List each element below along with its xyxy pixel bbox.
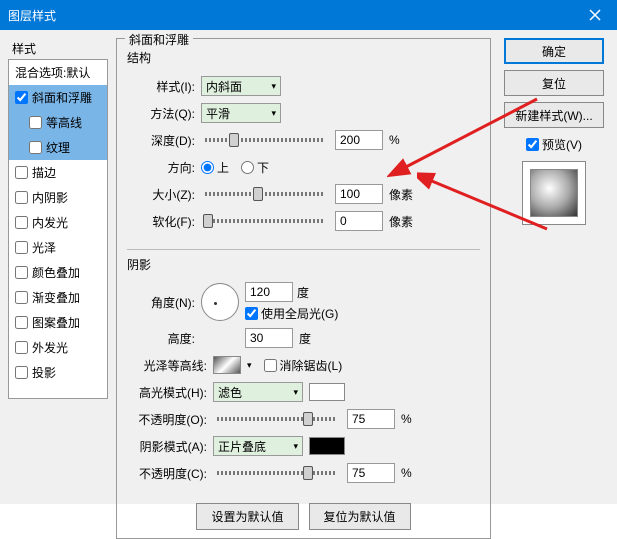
structure-title: 结构 — [127, 49, 480, 70]
depth-slider[interactable] — [205, 138, 325, 142]
set-default-button[interactable]: 设置为默认值 — [196, 503, 298, 530]
direction-up-radio[interactable]: 上 — [201, 159, 229, 176]
shadow-color-swatch[interactable] — [309, 437, 345, 455]
soften-input[interactable] — [335, 211, 383, 231]
style-item[interactable]: 渐变叠加 — [9, 285, 107, 310]
styles-panel: 样式 混合选项:默认 斜面和浮雕等高线纹理描边内阴影内发光光泽颜色叠加渐变叠加图… — [8, 38, 108, 496]
chevron-down-icon: ▾ — [293, 387, 298, 398]
global-light-checkbox[interactable]: 使用全局光(G) — [245, 305, 338, 322]
shading-group: 阴影 角度(N): 度 使用全局光(G) 高度: — [127, 254, 480, 497]
style-item[interactable]: 图案叠加 — [9, 310, 107, 335]
style-item[interactable]: 内发光 — [9, 210, 107, 235]
close-button[interactable] — [572, 0, 617, 30]
chevron-down-icon: ▾ — [271, 108, 276, 119]
shadow-mode-select[interactable]: 正片叠底▾ — [213, 436, 303, 456]
size-slider[interactable] — [205, 192, 325, 196]
bevel-emboss-group: 斜面和浮雕 结构 样式(I): 内斜面▾ 方法(Q): 平滑▾ 深 — [116, 38, 491, 539]
shading-title: 阴影 — [127, 256, 480, 277]
depth-label: 深度(D): — [127, 132, 195, 149]
shadow-opacity-input[interactable] — [347, 463, 395, 483]
style-label: 样式(I): — [127, 78, 195, 95]
size-unit: 像素 — [389, 186, 413, 203]
angle-dial[interactable] — [201, 283, 239, 321]
chevron-down-icon: ▾ — [271, 81, 276, 92]
angle-label: 角度(N): — [127, 294, 195, 311]
style-item[interactable]: 纹理 — [9, 135, 107, 160]
altitude-label: 高度: — [127, 330, 195, 347]
style-item[interactable]: 投影 — [9, 360, 107, 385]
soften-unit: 像素 — [389, 213, 413, 230]
styles-list: 混合选项:默认 斜面和浮雕等高线纹理描边内阴影内发光光泽颜色叠加渐变叠加图案叠加… — [8, 59, 108, 399]
style-item[interactable]: 描边 — [9, 160, 107, 185]
highlight-mode-label: 高光模式(H): — [127, 384, 207, 401]
style-item[interactable]: 颜色叠加 — [9, 260, 107, 285]
angle-input[interactable] — [245, 282, 293, 302]
blend-defaults-row[interactable]: 混合选项:默认 — [9, 60, 107, 85]
technique-select[interactable]: 平滑▾ — [201, 103, 281, 123]
size-label: 大小(Z): — [127, 186, 195, 203]
titlebar: 图层样式 — [0, 0, 617, 30]
highlight-color-swatch[interactable] — [309, 383, 345, 401]
style-item[interactable]: 内阴影 — [9, 185, 107, 210]
antialias-checkbox[interactable]: 消除锯齿(L) — [264, 357, 343, 374]
style-item[interactable]: 光泽 — [9, 235, 107, 260]
gloss-contour-picker[interactable] — [213, 356, 241, 374]
group-title-bevel: 斜面和浮雕 — [125, 31, 193, 48]
soften-slider[interactable] — [205, 219, 325, 223]
styles-panel-title: 样式 — [8, 38, 108, 59]
center-panel: 斜面和浮雕 结构 样式(I): 内斜面▾ 方法(Q): 平滑▾ 深 — [116, 38, 491, 496]
annotation-arrow-icon — [417, 169, 557, 239]
chevron-down-icon[interactable]: ▾ — [247, 360, 252, 371]
highlight-mode-select[interactable]: 滤色▾ — [213, 382, 303, 402]
style-select[interactable]: 内斜面▾ — [201, 76, 281, 96]
altitude-input[interactable] — [245, 328, 293, 348]
highlight-opacity-input[interactable] — [347, 409, 395, 429]
size-input[interactable] — [335, 184, 383, 204]
ok-button[interactable]: 确定 — [504, 38, 604, 64]
style-item[interactable]: 外发光 — [9, 335, 107, 360]
window-title: 图层样式 — [8, 7, 56, 24]
shadow-opacity-label: 不透明度(C): — [127, 465, 207, 482]
highlight-opacity-slider[interactable] — [217, 417, 337, 421]
style-item[interactable]: 斜面和浮雕 — [9, 85, 107, 110]
chevron-down-icon: ▾ — [293, 441, 298, 452]
soften-label: 软化(F): — [127, 213, 195, 230]
direction-down-radio[interactable]: 下 — [241, 159, 269, 176]
reset-button[interactable]: 复位 — [504, 70, 604, 96]
close-icon — [589, 9, 601, 21]
highlight-opacity-label: 不透明度(O): — [127, 411, 207, 428]
direction-label: 方向: — [127, 159, 195, 176]
technique-label: 方法(Q): — [127, 105, 195, 122]
shadow-opacity-slider[interactable] — [217, 471, 337, 475]
shadow-mode-label: 阴影模式(A): — [127, 438, 207, 455]
gloss-contour-label: 光泽等高线: — [127, 357, 207, 374]
depth-input[interactable] — [335, 130, 383, 150]
reset-default-button[interactable]: 复位为默认值 — [309, 503, 411, 530]
style-item[interactable]: 等高线 — [9, 110, 107, 135]
